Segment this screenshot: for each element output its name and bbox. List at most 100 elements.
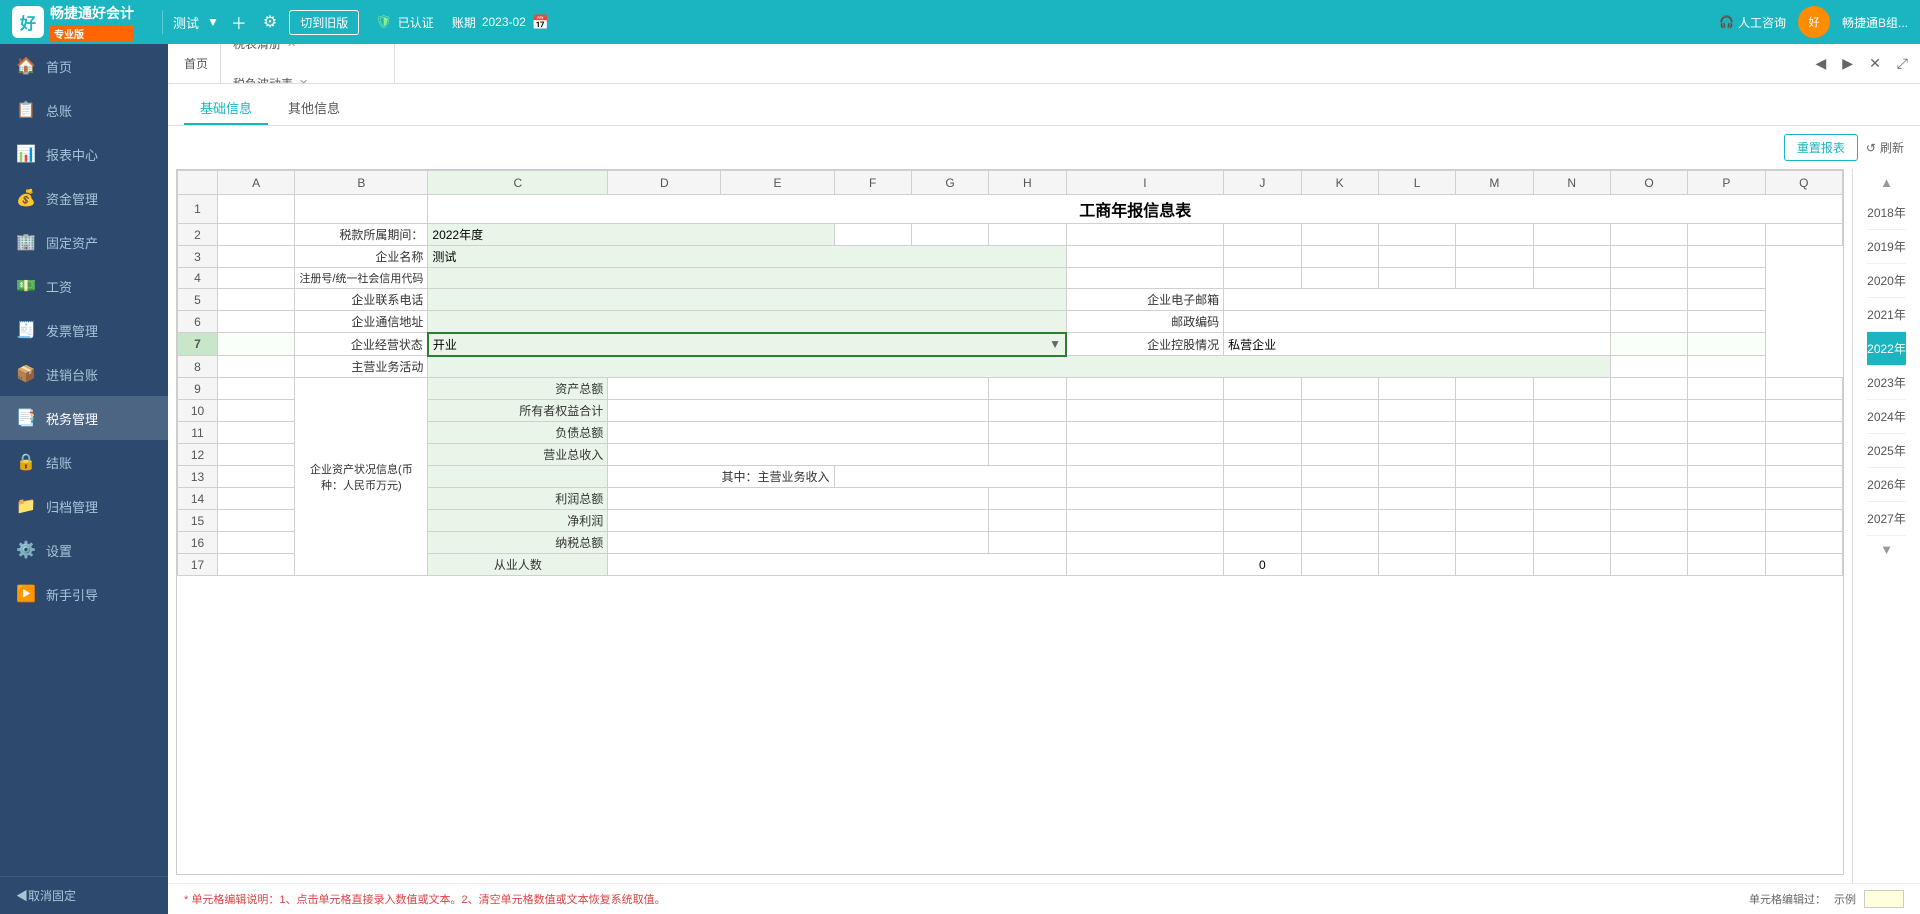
- cell-16a[interactable]: [218, 532, 295, 554]
- cell-2b[interactable]: 税款所属期间：: [295, 224, 428, 246]
- cell-12q[interactable]: [1765, 444, 1842, 466]
- cell-1b[interactable]: [295, 195, 428, 224]
- year-item-2026[interactable]: 2026年: [1867, 468, 1906, 502]
- cell-5a[interactable]: [218, 289, 295, 311]
- cell-16q[interactable]: [1765, 532, 1842, 554]
- sidebar-item-settings[interactable]: ⚙️设置: [0, 528, 168, 572]
- cell-6a[interactable]: [218, 311, 295, 333]
- cell-2c[interactable]: 2022年度: [428, 224, 834, 246]
- cell-14j[interactable]: [1224, 488, 1301, 510]
- cell-3p[interactable]: [1610, 246, 1687, 268]
- cell-12o[interactable]: [1610, 444, 1687, 466]
- cell-15h[interactable]: [989, 510, 1066, 532]
- cell-6j[interactable]: 邮政编码: [1066, 311, 1224, 333]
- cell-2j[interactable]: [1224, 224, 1301, 246]
- cell-13f[interactable]: [834, 466, 1066, 488]
- cell-13a[interactable]: [218, 466, 295, 488]
- service-btn[interactable]: 🎧 人工咨询: [1719, 14, 1786, 31]
- cell-16l[interactable]: [1378, 532, 1455, 554]
- sub-tab-basic[interactable]: 基础信息: [184, 92, 268, 125]
- cell-3l[interactable]: [1301, 246, 1378, 268]
- cell-13o[interactable]: [1610, 466, 1687, 488]
- cell-12d[interactable]: [608, 444, 989, 466]
- cell-8c[interactable]: [428, 356, 1610, 378]
- cell-5b[interactable]: 企业联系电话: [295, 289, 428, 311]
- tab-next-btn[interactable]: ▶: [1834, 55, 1861, 72]
- cell-10c[interactable]: 所有者权益合计: [428, 400, 608, 422]
- cell-11c[interactable]: 负债总额: [428, 422, 608, 444]
- cell-2o[interactable]: [1610, 224, 1687, 246]
- cell-5j[interactable]: 企业电子邮箱: [1066, 289, 1224, 311]
- cell-13l[interactable]: [1378, 466, 1455, 488]
- sidebar-item-inout[interactable]: 📦进销台账: [0, 352, 168, 396]
- sidebar-item-guide[interactable]: ▶️新手引导: [0, 572, 168, 616]
- year-item-2024[interactable]: 2024年: [1867, 400, 1906, 434]
- cell-13n[interactable]: [1533, 466, 1610, 488]
- sidebar-item-home[interactable]: 🏠首页: [0, 44, 168, 88]
- cell-15l[interactable]: [1378, 510, 1455, 532]
- cell-2m[interactable]: [1456, 224, 1533, 246]
- cell-10m[interactable]: [1456, 400, 1533, 422]
- cell-14i[interactable]: [1066, 488, 1224, 510]
- cell-10k[interactable]: [1301, 400, 1378, 422]
- cell-9m[interactable]: [1456, 378, 1533, 400]
- cell-8q[interactable]: [1688, 356, 1765, 378]
- year-up-btn[interactable]: ▲: [1853, 169, 1920, 196]
- cell-2k[interactable]: [1301, 224, 1378, 246]
- cell-3a[interactable]: [218, 246, 295, 268]
- year-item-2027[interactable]: 2027年: [1867, 502, 1906, 536]
- cell-5c[interactable]: [428, 289, 1066, 311]
- sidebar-item-invoice[interactable]: 🧾发票管理: [0, 308, 168, 352]
- cell-17k[interactable]: [1301, 554, 1378, 576]
- cell-9o[interactable]: [1610, 378, 1687, 400]
- cell-10o[interactable]: [1610, 400, 1687, 422]
- cell-7a[interactable]: [218, 333, 295, 356]
- cell-4k[interactable]: [1224, 268, 1301, 289]
- cell-4p[interactable]: [1610, 268, 1687, 289]
- cell-5p[interactable]: [1610, 289, 1687, 311]
- cell-17m[interactable]: [1456, 554, 1533, 576]
- sidebar-item-salary[interactable]: 💵工资: [0, 264, 168, 308]
- cell-6c[interactable]: [428, 311, 1066, 333]
- cell-15d[interactable]: [608, 510, 989, 532]
- cell-11j[interactable]: [1224, 422, 1301, 444]
- cell-12a[interactable]: [218, 444, 295, 466]
- cell-7k[interactable]: 私营企业: [1224, 333, 1611, 356]
- spreadsheet-container[interactable]: A B C D E F G H I J: [176, 169, 1844, 875]
- cell-10h[interactable]: [989, 400, 1066, 422]
- cell-16h[interactable]: [989, 532, 1066, 554]
- cell-16m[interactable]: [1456, 532, 1533, 554]
- cell-12k[interactable]: [1301, 444, 1378, 466]
- cell-14h[interactable]: [989, 488, 1066, 510]
- cell-4o[interactable]: [1533, 268, 1610, 289]
- cell-5q[interactable]: [1688, 289, 1765, 311]
- tab-home[interactable]: 首页: [172, 44, 221, 84]
- cell-16k[interactable]: [1301, 532, 1378, 554]
- cell-2i[interactable]: [1066, 224, 1224, 246]
- cell-15k[interactable]: [1301, 510, 1378, 532]
- cell-15q[interactable]: [1765, 510, 1842, 532]
- cell-17c[interactable]: 从业人数: [428, 554, 608, 576]
- cell-17d[interactable]: [608, 554, 1066, 576]
- cell-4m[interactable]: [1378, 268, 1455, 289]
- cell-15c[interactable]: 净利润: [428, 510, 608, 532]
- cell-10p[interactable]: [1688, 400, 1765, 422]
- cell-12c[interactable]: 营业总收入: [428, 444, 608, 466]
- cell-11p[interactable]: [1688, 422, 1765, 444]
- cell-9i[interactable]: [1066, 378, 1224, 400]
- cell-17j[interactable]: 0: [1224, 554, 1301, 576]
- sidebar-item-asset[interactable]: 🏢固定资产: [0, 220, 168, 264]
- cell-14o[interactable]: [1610, 488, 1687, 510]
- cell-title[interactable]: 工商年报信息表: [428, 195, 1843, 224]
- cell-13c[interactable]: [428, 466, 608, 488]
- cell-9q[interactable]: [1765, 378, 1842, 400]
- refresh-btn[interactable]: ↺ 刷新: [1866, 139, 1904, 156]
- cell-14d[interactable]: [608, 488, 989, 510]
- cell-10n[interactable]: [1533, 400, 1610, 422]
- cell-11h[interactable]: [989, 422, 1066, 444]
- cell-7q[interactable]: [1688, 333, 1765, 356]
- cell-3n[interactable]: [1456, 246, 1533, 268]
- cell-15m[interactable]: [1456, 510, 1533, 532]
- cell-9k[interactable]: [1301, 378, 1378, 400]
- cell-14p[interactable]: [1688, 488, 1765, 510]
